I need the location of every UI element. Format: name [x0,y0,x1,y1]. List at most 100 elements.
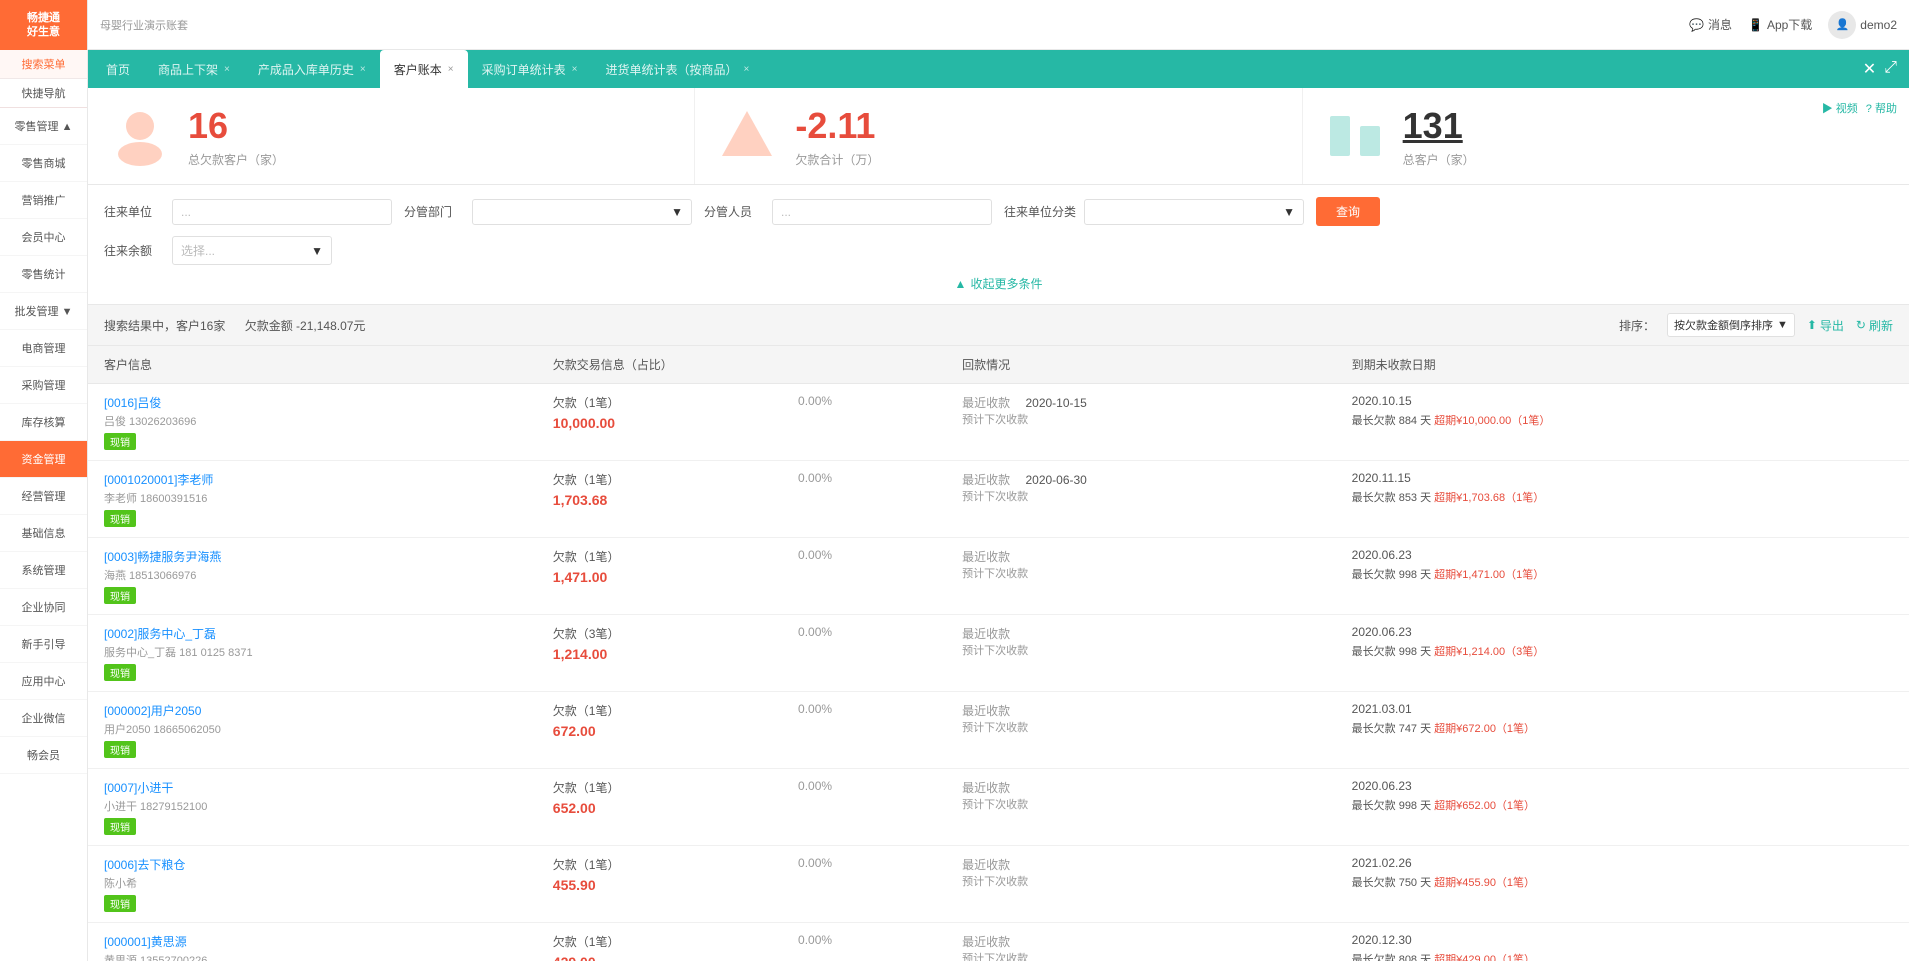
debt-count-0: 欠款（1笔） [553,394,766,411]
debt-info-cell-2: 欠款（1笔） 1,471.00 [537,538,782,615]
overdue-link-1[interactable]: 超期¥1,703.68（1笔） [1434,492,1544,504]
collapse-btn[interactable]: ▲ 收起更多条件 [955,275,1043,292]
overdue-link-2[interactable]: 超期¥1,471.00（1笔） [1434,569,1544,581]
sidebar-item-12[interactable]: 系统管理 [0,552,87,589]
col-return: 回款情况 [946,346,1336,384]
overdue-link-0[interactable]: 超期¥10,000.00（1笔） [1434,415,1550,427]
sidebar-item-10[interactable]: 经营管理 [0,478,87,515]
filter-area: 往来单位 ... 分管部门 ▼ 分管人员 ... 往来单位分类 [88,185,1909,305]
tab-5[interactable]: 进货单统计表（按商品）× [591,50,763,88]
video-btn[interactable]: ▶ 视频 [1822,100,1858,116]
sidebar-quick-nav[interactable]: 快捷导航 [0,79,87,108]
avatar: 👤 [1828,11,1856,39]
customer-info-cell-5: [0007]小进干 小进干 18279152100 现销 [88,769,537,846]
overdue-days-4: 最长欠款 747 天 超期¥672.00（1笔） [1352,720,1893,736]
debt-pct-cell-3: 0.00% [782,615,946,692]
sidebar-item-11[interactable]: 基础信息 [0,515,87,552]
overdue-days-2: 最长欠款 998 天 超期¥1,471.00（1笔） [1352,566,1893,582]
debt-amount-3[interactable]: 1,214.00 [553,646,766,662]
search-button[interactable]: 查询 [1316,197,1380,226]
tab-close-1[interactable]: × [224,64,230,75]
refresh-icon: ↻ [1856,318,1866,332]
overdue-days-5: 最长欠款 998 天 超期¥652.00（1笔） [1352,797,1893,813]
debt-amount-0[interactable]: 10,000.00 [553,415,766,431]
help-btn[interactable]: ? 帮助 [1866,100,1897,116]
sidebar-search-menu[interactable]: 搜索菜单 [0,50,87,79]
user-avatar[interactable]: 👤 demo2 [1828,11,1897,39]
tab-0[interactable]: 首页 [92,50,144,88]
sidebar-item-8[interactable]: 库存核算 [0,404,87,441]
customer-name-1[interactable]: [0001020001]李老师 [104,471,521,488]
customer-info-cell-1: [0001020001]李老师 李老师 18600391516 现销 [88,461,537,538]
due-date-cell-7: 2020.12.30 最长欠款 808 天 超期¥429.00（1笔） [1336,923,1909,961]
customer-name-3[interactable]: [0002]服务中心_丁磊 [104,625,521,642]
debt-amount-2[interactable]: 1,471.00 [553,569,766,585]
refresh-btn[interactable]: ↻ 刷新 [1856,317,1893,334]
tab-3[interactable]: 客户账本× [380,50,468,88]
tab-close-3[interactable]: × [448,64,454,75]
tab-4[interactable]: 采购订单统计表× [468,50,592,88]
expand-tabs-btn[interactable]: ⤢ [1884,59,1897,79]
col-debt-info: 欠款交易信息（占比） [537,346,946,384]
sidebar-item-9[interactable]: 资金管理 [0,441,87,478]
close-all-tabs-btn[interactable]: ✕ [1863,59,1876,79]
debt-pct-4: 0.00% [798,702,832,716]
sidebar-item-0[interactable]: 零售管理 ▲ [0,108,87,145]
category-select[interactable]: ▼ [1084,199,1304,225]
debt-amount-6[interactable]: 455.90 [553,877,766,893]
dept-select[interactable]: ▼ [472,199,692,225]
sidebar-item-13[interactable]: 企业协同 [0,589,87,626]
debt-pct-cell-7: 0.00% [782,923,946,961]
sidebar-item-15[interactable]: 应用中心 [0,663,87,700]
customer-name-5[interactable]: [0007]小进干 [104,779,521,796]
debt-amount-5[interactable]: 652.00 [553,800,766,816]
tab-close-4[interactable]: × [572,64,578,75]
tab-2[interactable]: 产成品入库单历史× [244,50,380,88]
tab-close-5[interactable]: × [743,64,749,75]
debt-count-3: 欠款（3笔） [553,625,766,642]
sidebar-item-2[interactable]: 营销推广 [0,182,87,219]
export-btn[interactable]: ⬆ 导出 [1807,317,1844,334]
customer-contact-7: 黄思源 13552700226 [104,952,521,961]
sidebar-item-14[interactable]: 新手引导 [0,626,87,663]
customer-name-0[interactable]: [0016]吕俊 [104,394,521,411]
sidebar-item-16[interactable]: 企业微信 [0,700,87,737]
message-btn[interactable]: 💬 消息 [1689,16,1732,33]
debt-amount-7[interactable]: 429.00 [553,954,766,961]
sidebar-item-3[interactable]: 会员中心 [0,219,87,256]
overdue-link-5[interactable]: 超期¥652.00（1笔） [1434,800,1535,812]
balance-placeholder: 选择... [181,242,215,259]
export-icon: ⬆ [1807,318,1817,332]
tab-close-2[interactable]: × [360,64,366,75]
debt-pct-3: 0.00% [798,625,832,639]
app-download-btn[interactable]: 📱 App下载 [1748,16,1812,33]
debt-amount-4[interactable]: 672.00 [553,723,766,739]
person-dots: ... [781,205,791,219]
sidebar-item-1[interactable]: 零售商城 [0,145,87,182]
overdue-link-3[interactable]: 超期¥1,214.00（3笔） [1434,646,1544,658]
sidebar-item-17[interactable]: 畅会员 [0,737,87,774]
debt-count-4: 欠款（1笔） [553,702,766,719]
tab-1[interactable]: 商品上下架× [144,50,244,88]
sidebar-item-6[interactable]: 电商管理 [0,330,87,367]
overdue-date-1: 2020.11.15 [1352,471,1893,485]
overdue-link-6[interactable]: 超期¥455.90（1笔） [1434,877,1535,889]
debt-amount-1[interactable]: 1,703.68 [553,492,766,508]
due-date-cell-5: 2020.06.23 最长欠款 998 天 超期¥652.00（1笔） [1336,769,1909,846]
customer-name-7[interactable]: [000001]黄思源 [104,933,521,950]
person-input[interactable]: ... [772,199,992,225]
sort-select[interactable]: 按欠款金额倒序排序 ▼ [1667,313,1795,337]
sidebar-item-7[interactable]: 采购管理 [0,367,87,404]
sidebar-item-5[interactable]: 批发管理 ▼ [0,293,87,330]
customer-name-6[interactable]: [0006]去下粮仓 [104,856,521,873]
customer-name-2[interactable]: [0003]畅捷服务尹海燕 [104,548,521,565]
overdue-link-4[interactable]: 超期¥672.00（1笔） [1434,723,1535,735]
overdue-link-7[interactable]: 超期¥429.00（1笔） [1434,954,1535,961]
customer-name-4[interactable]: [000002]用户2050 [104,702,521,719]
search-menu-label: 搜索菜单 [22,59,66,71]
sidebar-item-4[interactable]: 零售统计 [0,256,87,293]
return-info-cell-3: 最近收款 预计下次收款 [946,615,1336,692]
balance-select[interactable]: 选择... ▼ [172,236,332,265]
vendor-input[interactable]: ... [172,199,392,225]
result-bar: 搜索结果中，客户16家 欠款金额 -21,148.07元 排序： 按欠款金额倒序… [88,305,1909,346]
